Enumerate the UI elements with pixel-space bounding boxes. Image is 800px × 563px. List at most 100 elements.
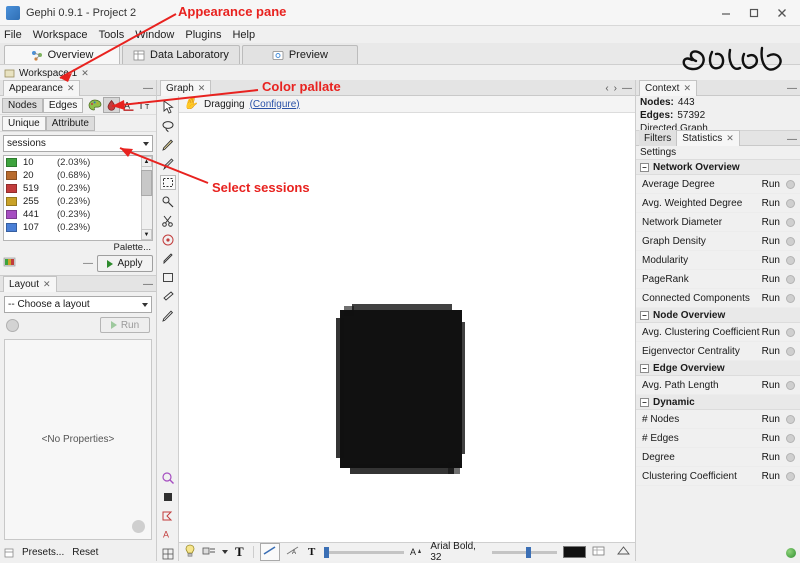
statistics-collapse-icon[interactable]: —	[787, 134, 797, 145]
label-size-slider[interactable]	[323, 546, 405, 558]
run-link[interactable]: Run	[762, 452, 780, 463]
pen-tool-icon[interactable]	[160, 251, 176, 266]
run-link[interactable]: Run	[762, 274, 780, 285]
list-item[interactable]: 20 (0.68%)	[4, 169, 152, 182]
palette-scrollbar[interactable]: ▲ ▼	[141, 156, 152, 240]
group-network-overview[interactable]: – Network Overview	[636, 160, 800, 175]
edit-node-icon[interactable]	[160, 194, 176, 209]
graph-nav-right-icon[interactable]: ›	[614, 83, 617, 94]
graph-font-label[interactable]: Arial Bold, 32	[430, 541, 486, 563]
info-icon[interactable]	[786, 217, 795, 227]
edge-text-t-icon[interactable]: T	[306, 545, 318, 560]
layout-select[interactable]: -- Choose a layout	[4, 296, 152, 313]
graph-tab-close-icon[interactable]: ✕	[198, 83, 206, 94]
run-link[interactable]: Run	[762, 293, 780, 304]
palette-swatch[interactable]	[6, 184, 17, 193]
run-link[interactable]: Run	[762, 414, 780, 425]
info-icon[interactable]	[786, 293, 795, 303]
run-link[interactable]: Run	[762, 236, 780, 247]
context-tab[interactable]: Context ✕	[639, 79, 698, 96]
text-big-t-icon[interactable]: T	[234, 544, 247, 561]
info-icon[interactable]	[786, 327, 795, 337]
target-icon[interactable]	[160, 232, 176, 247]
menu-workspace[interactable]: Workspace	[33, 29, 88, 41]
flag-icon[interactable]	[160, 508, 176, 523]
scrollbar-thumb[interactable]	[141, 170, 152, 196]
list-item[interactable]: 441 (0.23%)	[4, 208, 152, 221]
list-item[interactable]: 255 (0.23%)	[4, 195, 152, 208]
palette-swatch[interactable]	[6, 223, 17, 232]
appearance-subtab-unique[interactable]: Unique	[2, 115, 46, 131]
info-icon[interactable]	[786, 380, 795, 390]
appearance-target-nodes[interactable]: Nodes	[2, 97, 43, 113]
text-color-a-icon[interactable]: A	[160, 527, 176, 542]
palette-swatch[interactable]	[6, 197, 17, 206]
palette-swatch[interactable]	[6, 210, 17, 219]
run-link[interactable]: Run	[762, 179, 780, 190]
layout-collapse-icon[interactable]: —	[143, 279, 153, 290]
group-node-overview[interactable]: – Node Overview	[636, 308, 800, 323]
graph-node-cluster[interactable]	[336, 304, 466, 474]
collapse-minus-icon[interactable]: –	[640, 363, 649, 373]
info-icon[interactable]	[786, 471, 795, 481]
palette-swatch[interactable]	[6, 158, 17, 167]
square-outline-icon[interactable]	[160, 270, 176, 285]
label-color-swatch[interactable]	[563, 546, 587, 558]
layout-stop-button[interactable]	[6, 318, 19, 332]
collapse-minus-icon[interactable]: –	[640, 162, 649, 172]
list-item[interactable]: 107 (0.23%)	[4, 221, 152, 234]
grid-icon[interactable]	[160, 546, 176, 561]
run-link[interactable]: Run	[762, 346, 780, 357]
menu-help[interactable]: Help	[232, 29, 255, 41]
minimize-icon[interactable]	[720, 7, 732, 19]
text-color-icon[interactable]: A	[120, 97, 137, 113]
menu-tools[interactable]: Tools	[99, 29, 125, 41]
group-dynamic[interactable]: – Dynamic	[636, 395, 800, 410]
filters-tab[interactable]: Filters	[639, 130, 677, 146]
collapse-minus-icon[interactable]: –	[640, 397, 649, 407]
palette-link[interactable]: Palette...	[114, 242, 152, 253]
edge-thickness-icon[interactable]	[259, 543, 280, 561]
info-icon[interactable]	[786, 179, 795, 189]
chevron-down-icon[interactable]	[222, 550, 228, 554]
font-size-small-icon[interactable]: A	[410, 545, 424, 560]
cursor-arrow-icon[interactable]	[160, 99, 176, 114]
appearance-collapse-icon[interactable]: —	[143, 83, 153, 94]
info-icon[interactable]	[786, 433, 795, 443]
presets-label[interactable]: Presets...	[22, 547, 64, 558]
brush-alt-icon[interactable]	[160, 289, 176, 304]
menu-window[interactable]: Window	[135, 29, 174, 41]
tab-overview[interactable]: Overview	[4, 45, 120, 64]
menu-file[interactable]: File	[4, 29, 22, 41]
context-collapse-icon[interactable]: —	[787, 83, 797, 94]
slider-knob[interactable]	[525, 546, 531, 558]
list-item[interactable]: 10 (2.03%)	[4, 156, 152, 169]
close-icon[interactable]	[776, 7, 788, 19]
node-pencil-icon[interactable]	[160, 308, 176, 323]
info-icon[interactable]	[786, 346, 795, 356]
maximize-icon[interactable]	[748, 7, 760, 19]
attribute-select[interactable]: sessions	[3, 135, 153, 152]
list-item[interactable]: 519 (0.23%)	[4, 182, 152, 195]
menu-plugins[interactable]: Plugins	[185, 29, 221, 41]
collapse-minus-icon[interactable]: –	[640, 310, 649, 320]
label-attributes-icon[interactable]	[592, 545, 605, 560]
scroll-up-icon[interactable]: ▲	[141, 156, 152, 167]
graph-configure-link[interactable]: (Configure)	[250, 99, 300, 110]
palette-icon[interactable]	[86, 97, 103, 113]
lasso-icon[interactable]	[160, 118, 176, 133]
reset-label[interactable]: Reset	[72, 547, 98, 558]
run-link[interactable]: Run	[762, 327, 780, 338]
info-icon[interactable]	[786, 255, 795, 265]
appearance-tab[interactable]: Appearance ✕	[3, 79, 81, 96]
layout-tab-close-icon[interactable]: ✕	[43, 279, 51, 290]
slider-knob[interactable]	[323, 546, 329, 558]
info-icon[interactable]	[786, 236, 795, 246]
text-size-icon[interactable]: TT	[137, 97, 154, 113]
layout-help-icon[interactable]	[132, 520, 145, 533]
palette-mini-icon[interactable]	[3, 256, 16, 271]
stop-square-icon[interactable]	[160, 489, 176, 504]
graph-tab[interactable]: Graph ✕	[160, 79, 212, 96]
run-link[interactable]: Run	[762, 471, 780, 482]
workspace-close-icon[interactable]: ✕	[81, 68, 89, 79]
